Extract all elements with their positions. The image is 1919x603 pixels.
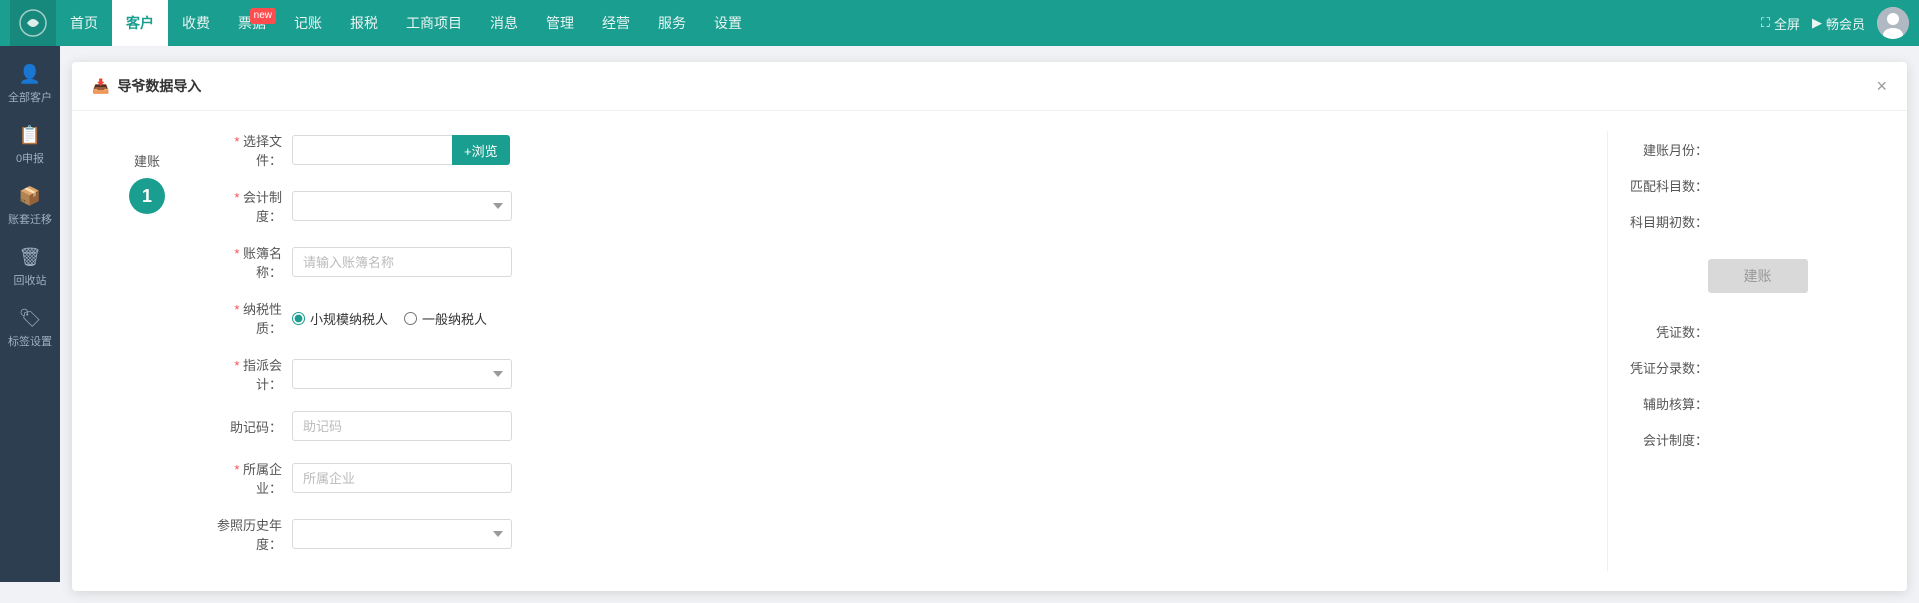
nav-settings[interactable]: 设置	[700, 0, 756, 46]
build-account-button[interactable]: 建账	[1708, 259, 1808, 293]
period-init-label: 科目期初数：	[1628, 212, 1718, 231]
memo-code-label: 助记码：	[212, 417, 292, 436]
company-label: 所属企业：	[212, 459, 292, 497]
assign-accountant-row: 指派会计：	[212, 355, 1587, 393]
sidebar: 👤 全部客户 📋 0申报 📦 账套迁移 🗑 回收站 🏷 标签设置	[0, 46, 60, 582]
info-accounting-system-label: 会计制度：	[1628, 430, 1718, 449]
file-label: 选择文件：	[212, 131, 292, 169]
voucher-entries-row: 凭证分录数：	[1628, 349, 1887, 385]
nav-manage[interactable]: 管理	[532, 0, 588, 46]
build-month-row: 建账月份：	[1628, 131, 1887, 167]
nav-tax[interactable]: 报税	[336, 0, 392, 46]
import-icon: 📥	[92, 78, 109, 95]
nav-right: ⛶ 全屏 ▶ 畅会员	[1761, 7, 1909, 39]
member-btn[interactable]: ▶ 畅会员	[1812, 14, 1865, 33]
vouchers-row: 凭证数：	[1628, 313, 1887, 349]
accounting-system-label: 会计制度：	[212, 187, 292, 225]
fullscreen-btn[interactable]: ⛶ 全屏	[1761, 14, 1800, 33]
step-label: 建账	[134, 151, 160, 170]
aux-accounting-row: 辅助核算：	[1628, 385, 1887, 421]
tags-icon: 🏷	[19, 308, 42, 329]
ledger-name-row: 账簿名称：	[212, 243, 1587, 281]
match-accounts-label: 匹配科目数：	[1628, 176, 1718, 195]
nav-operation[interactable]: 经营	[588, 0, 644, 46]
main-content: 📥 导爷数据导入 × 建账 1 选择文件： +浏览	[60, 46, 1919, 603]
aux-accounting-label: 辅助核算：	[1628, 394, 1718, 413]
step-area: 建账 1	[72, 131, 192, 571]
ledger-name-label: 账簿名称：	[212, 243, 292, 281]
declaration-icon: 📋	[19, 125, 41, 146]
tax-type-label: 纳税性质：	[212, 299, 292, 337]
recycle-icon: 🗑	[19, 247, 42, 268]
nav-items: 首页 客户 收费 票据 new 记账 报税 工商项目 消息 管理 经营 服务 设…	[56, 0, 1761, 46]
customers-icon: 👤	[19, 64, 41, 85]
accounting-system-row: 会计制度：	[212, 187, 1587, 225]
assign-accountant-label: 指派会计：	[212, 355, 292, 393]
step-circle: 1	[129, 178, 165, 214]
assign-accountant-select[interactable]	[292, 359, 512, 389]
fullscreen-icon: ⛶	[1761, 15, 1770, 31]
dialog-title: 📥 导爷数据导入	[92, 76, 201, 96]
ledger-name-input[interactable]	[292, 247, 512, 277]
sidebar-item-declaration[interactable]: 📋 0申报	[0, 115, 60, 176]
nav-bookkeeping[interactable]: 记账	[280, 0, 336, 46]
tax-type-radio-group: 小规模纳税人 一般纳税人	[292, 303, 487, 333]
small-taxpayer-radio[interactable]	[292, 312, 305, 325]
close-button[interactable]: ×	[1876, 77, 1887, 95]
sidebar-item-all-customers[interactable]: 👤 全部客户	[0, 54, 60, 115]
history-year-row: 参照历史年度：	[212, 515, 1587, 553]
migration-icon: 📦	[19, 186, 41, 207]
info-panel: 建账月份： 匹配科目数： 科目期初数： 建账 凭证数：	[1607, 131, 1907, 571]
sidebar-item-tags[interactable]: 🏷 标签设置	[0, 298, 60, 359]
dialog-body: 建账 1 选择文件： +浏览 会计制度：	[72, 111, 1907, 591]
company-row: 所属企业：	[212, 459, 1587, 497]
nav-invoice[interactable]: 票据 new	[224, 0, 280, 46]
nav-home[interactable]: 首页	[56, 0, 112, 46]
match-accounts-row: 匹配科目数：	[1628, 167, 1887, 203]
browse-button[interactable]: +浏览	[452, 135, 510, 165]
nav-customer[interactable]: 客户	[112, 0, 168, 46]
voucher-entries-label: 凭证分录数：	[1628, 358, 1718, 377]
memo-code-input[interactable]	[292, 411, 512, 441]
small-taxpayer-option[interactable]: 小规模纳税人	[292, 309, 388, 328]
build-month-label: 建账月份：	[1628, 140, 1718, 159]
sidebar-item-migration[interactable]: 📦 账套迁移	[0, 176, 60, 237]
nav-service[interactable]: 服务	[644, 0, 700, 46]
history-year-select[interactable]	[292, 519, 512, 549]
tax-type-row: 纳税性质： 小规模纳税人 一般纳税人	[212, 299, 1587, 337]
play-icon: ▶	[1812, 15, 1822, 31]
period-init-row: 科目期初数：	[1628, 203, 1887, 239]
avatar[interactable]	[1877, 7, 1909, 39]
dialog-header: 📥 导爷数据导入 ×	[72, 62, 1907, 111]
history-year-label: 参照历史年度：	[212, 515, 292, 553]
info-accounting-system-row: 会计制度：	[1628, 421, 1887, 457]
vouchers-label: 凭证数：	[1628, 322, 1718, 341]
sidebar-item-recycle[interactable]: 🗑 回收站	[0, 237, 60, 298]
company-input[interactable]	[292, 463, 512, 493]
nav-message[interactable]: 消息	[476, 0, 532, 46]
nav-business[interactable]: 工商项目	[392, 0, 476, 46]
general-taxpayer-option[interactable]: 一般纳税人	[404, 309, 487, 328]
file-input[interactable]	[292, 135, 452, 165]
nav-fee[interactable]: 收费	[168, 0, 224, 46]
logo[interactable]	[10, 0, 56, 46]
file-row: 选择文件： +浏览	[212, 131, 1587, 169]
dialog: 📥 导爷数据导入 × 建账 1 选择文件： +浏览	[72, 62, 1907, 591]
file-input-group: +浏览	[292, 135, 510, 165]
top-nav: 首页 客户 收费 票据 new 记账 报税 工商项目 消息 管理 经营 服务 设…	[0, 0, 1919, 46]
new-badge: new	[250, 8, 276, 24]
form-area: 选择文件： +浏览 会计制度： 账簿名称：	[192, 131, 1607, 571]
accounting-system-select[interactable]	[292, 191, 512, 221]
general-taxpayer-radio[interactable]	[404, 312, 417, 325]
memo-code-row: 助记码：	[212, 411, 1587, 441]
